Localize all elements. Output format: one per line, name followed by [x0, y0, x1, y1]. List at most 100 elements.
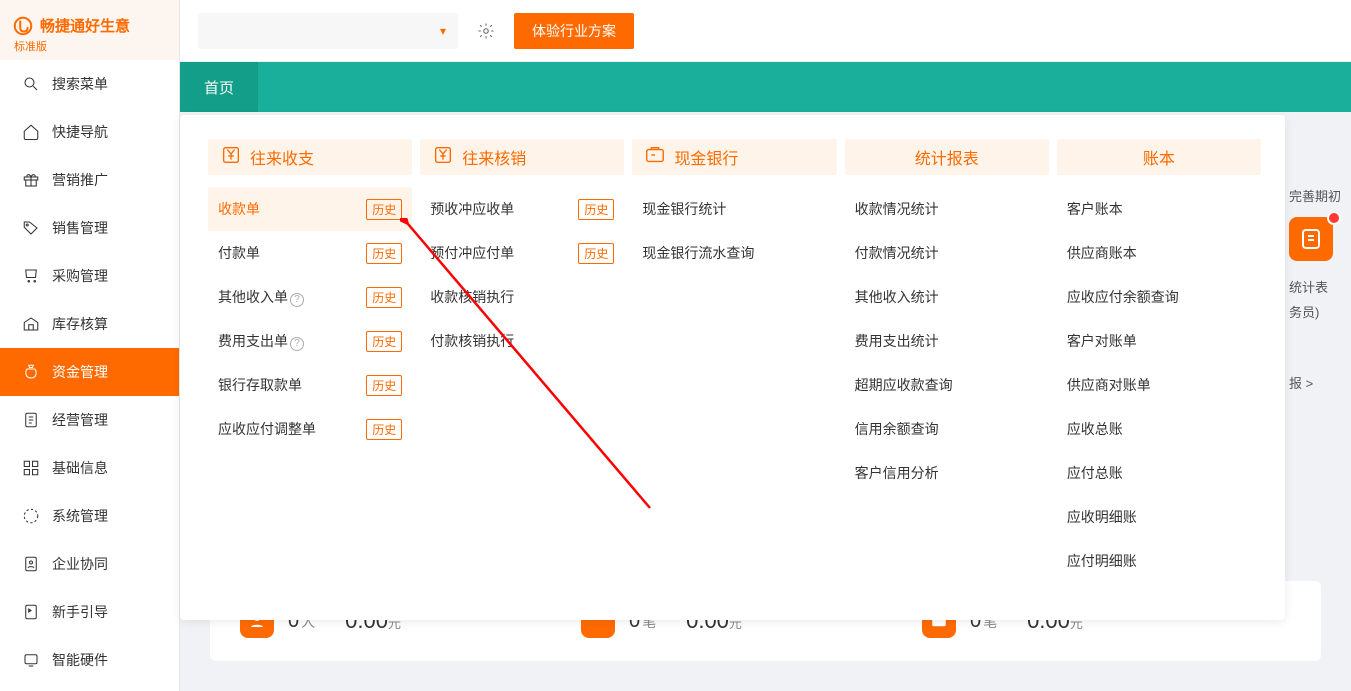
help-icon[interactable]: ? [290, 337, 304, 351]
hardware-icon [22, 651, 40, 669]
mega-menu-item[interactable]: 信用余额查询 [845, 407, 1049, 451]
notification-badge [1327, 211, 1341, 225]
mega-column-header: 统计报表 [845, 139, 1049, 175]
nav-purchase[interactable]: 采购管理 [0, 252, 179, 300]
history-button[interactable]: 历史 [366, 243, 402, 264]
nav-label: 资金管理 [52, 362, 108, 382]
nav-label: 营销推广 [52, 170, 108, 190]
mega-menu-item[interactable]: 应收总账 [1057, 407, 1261, 451]
mega-item-label: 超期应收款查询 [855, 375, 953, 395]
mega-item-label: 付款情况统计 [855, 243, 939, 263]
nav-quick-nav[interactable]: 快捷导航 [0, 108, 179, 156]
nav-label: 基础信息 [52, 458, 108, 478]
guide-icon [22, 603, 40, 621]
mega-menu-item[interactable]: 应收应付余额查询 [1057, 275, 1261, 319]
nav-label: 系统管理 [52, 506, 108, 526]
mega-menu-item[interactable]: 客户信用分析 [845, 451, 1049, 495]
header-settings-button[interactable] [470, 15, 502, 47]
mega-item-label: 应收明细账 [1067, 507, 1137, 527]
nav-collab[interactable]: 企业协同 [0, 540, 179, 588]
history-button[interactable]: 历史 [578, 199, 614, 220]
org-select[interactable]: ▾ [198, 13, 458, 49]
mega-item-label: 其他收入单? [218, 287, 304, 307]
mega-item-label: 应收应付调整单 [218, 419, 316, 439]
float-tip-3[interactable]: 报 > [1285, 367, 1351, 398]
brand-edition: 标准版 [14, 38, 47, 54]
mega-item-label: 现金银行流水查询 [642, 243, 754, 263]
mega-menu-item[interactable]: 付款单 历史 [208, 231, 412, 275]
history-button[interactable]: 历史 [578, 243, 614, 264]
mega-menu-item[interactable]: 收款情况统计 [845, 187, 1049, 231]
mega-item-label: 其他收入统计 [855, 287, 939, 307]
mega-column: 账本客户账本供应商账本应收应付余额查询客户对账单供应商对账单应收总账应付总账应收… [1053, 139, 1265, 596]
gear-icon [477, 22, 495, 40]
mega-item-label: 客户信用分析 [855, 463, 939, 483]
nav-guide[interactable]: 新手引导 [0, 588, 179, 636]
nav-system[interactable]: 系统管理 [0, 492, 179, 540]
nav-sales[interactable]: 销售管理 [0, 204, 179, 252]
mega-menu-item[interactable]: 费用支出统计 [845, 319, 1049, 363]
mega-menu-item[interactable]: 超期应收款查询 [845, 363, 1049, 407]
nav-label: 快捷导航 [52, 122, 108, 142]
mega-menu-item[interactable]: 现金银行流水查询 [632, 231, 836, 275]
mega-header-text: 往来核销 [462, 145, 526, 169]
collab-icon [22, 555, 40, 573]
nav-funds[interactable]: 资金管理 [0, 348, 179, 396]
mega-menu-item[interactable]: 预收冲应收单 历史 [420, 187, 624, 231]
nav-marketing[interactable]: 营销推广 [0, 156, 179, 204]
mega-item-label: 供应商账本 [1067, 243, 1137, 263]
mega-menu-item[interactable]: 现金银行统计 [632, 187, 836, 231]
mega-menu-item[interactable]: 收款单历史 [208, 187, 412, 231]
history-button[interactable]: 历史 [366, 199, 402, 220]
mega-menu-item[interactable]: 应收应付调整单 历史 [208, 407, 412, 451]
tag-icon [22, 219, 40, 237]
nav-label: 库存核算 [52, 314, 108, 334]
nav-basic-info[interactable]: 基础信息 [0, 444, 179, 492]
history-button[interactable]: 历史 [366, 419, 402, 440]
mega-menu-item[interactable]: 供应商对账单 [1057, 363, 1261, 407]
nav-label: 销售管理 [52, 218, 108, 238]
mega-item-label: 供应商对账单 [1067, 375, 1151, 395]
mega-menu-item[interactable]: 其他收入单? 历史 [208, 275, 412, 319]
mega-menu-item[interactable]: 应收明细账 [1057, 495, 1261, 539]
nav-business[interactable]: 经营管理 [0, 396, 179, 444]
nav-hardware[interactable]: 智能硬件 [0, 636, 179, 684]
mega-item-label: 预收冲应收单 [430, 199, 514, 219]
mega-item-label: 银行存取款单 [218, 375, 302, 395]
mega-menu-item[interactable]: 收款核销执行 [420, 275, 624, 319]
history-button[interactable]: 历史 [366, 331, 402, 352]
page-header: ▾ 体验行业方案 [180, 0, 1351, 62]
mega-menu-item[interactable]: 应付明细账 [1057, 539, 1261, 583]
history-button[interactable]: 历史 [366, 287, 402, 308]
mega-column: 往来收支收款单历史付款单历史其他收入单?历史费用支出单?历史银行存取款单历史应收… [204, 139, 416, 596]
nav-search-menu[interactable]: 搜索菜单 [0, 60, 179, 108]
mega-menu-item[interactable]: 供应商账本 [1057, 231, 1261, 275]
mega-menu-item[interactable]: 客户账本 [1057, 187, 1261, 231]
mega-column: 统计报表收款情况统计付款情况统计其他收入统计费用支出统计超期应收款查询信用余额查… [841, 139, 1053, 596]
mega-item-label: 预付冲应付单 [430, 243, 514, 263]
mega-menu-item[interactable]: 银行存取款单 历史 [208, 363, 412, 407]
gift-icon [22, 171, 40, 189]
float-tip-1[interactable]: 完善期初 [1285, 180, 1351, 211]
history-button[interactable]: 历史 [366, 375, 402, 396]
mega-item-label: 现金银行统计 [642, 199, 726, 219]
mega-column-header: 往来核销 [420, 139, 624, 175]
mega-item-label: 付款单 [218, 243, 260, 263]
mega-menu-item[interactable]: 应付总账 [1057, 451, 1261, 495]
help-icon[interactable]: ? [290, 293, 304, 307]
mega-column: 往来核销预收冲应收单历史预付冲应付单历史收款核销执行付款核销执行 [416, 139, 628, 596]
tab-home[interactable]: 首页 [180, 62, 258, 112]
mega-menu-item[interactable]: 费用支出单?历史 [208, 319, 412, 363]
mega-header-text: 统计报表 [915, 145, 979, 169]
mega-menu-item[interactable]: 预付冲应付单 历史 [420, 231, 624, 275]
mega-menu-item[interactable]: 客户对账单 [1057, 319, 1261, 363]
mega-menu-item[interactable]: 付款核销执行 [420, 319, 624, 363]
mega-menu-item[interactable]: 其他收入统计 [845, 275, 1049, 319]
mega-item-label: 应收应付余额查询 [1067, 287, 1179, 307]
search-icon [22, 75, 40, 93]
mega-item-label: 客户账本 [1067, 199, 1123, 219]
mega-menu-item[interactable]: 付款情况统计 [845, 231, 1049, 275]
industry-plan-button[interactable]: 体验行业方案 [514, 13, 634, 49]
nav-inventory[interactable]: 库存核算 [0, 300, 179, 348]
float-report-button[interactable] [1289, 217, 1333, 261]
